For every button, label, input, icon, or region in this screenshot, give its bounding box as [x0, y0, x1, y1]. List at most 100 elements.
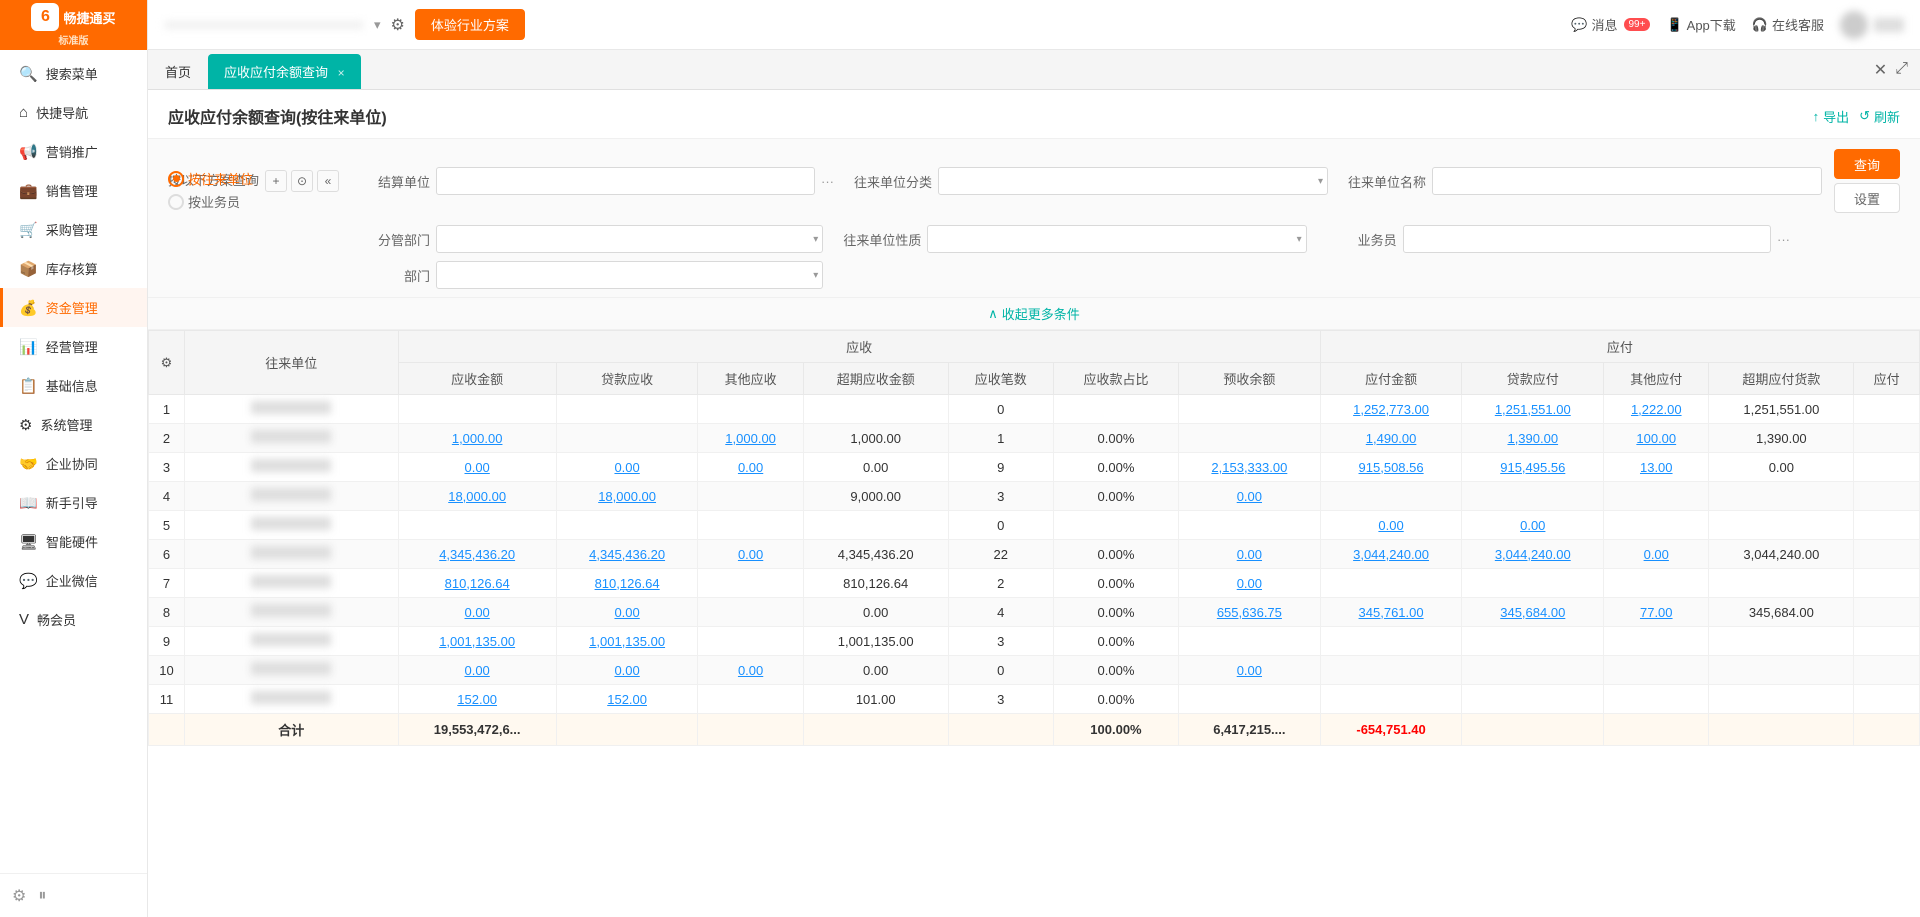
row-ap-loan: 0.00: [1462, 511, 1604, 540]
field-dept-select[interactable]: ▾: [436, 225, 823, 253]
sidebar-item-14[interactable]: V畅会员: [0, 600, 147, 639]
field-salesperson-input[interactable]: [1403, 225, 1771, 253]
table-container[interactable]: ⚙ 往来单位 应收 应付 应收金额 贷款应收 其他应收 超期应收金额 应收笔数 …: [148, 330, 1920, 917]
field-settlement: 结算单位 ···: [360, 167, 834, 195]
row-ap-loan: [1462, 627, 1604, 656]
row-ap-other: [1604, 511, 1709, 540]
maximize-icon[interactable]: ⤢: [1895, 60, 1908, 80]
scheme-by-staff[interactable]: 按业务员: [168, 192, 253, 211]
field-unit-nature-select[interactable]: ▾: [927, 225, 1306, 253]
topbar-breadcrumb: [164, 21, 364, 29]
row-ap-overdue: [1709, 511, 1854, 540]
more-scheme-btn[interactable]: «: [317, 170, 339, 192]
message-icon: 💬: [1571, 17, 1587, 33]
sidebar-item-6[interactable]: 💰资金管理: [0, 288, 147, 327]
sidebar-item-12[interactable]: 🖥智能硬件: [0, 522, 147, 561]
setting-btn[interactable]: 设置: [1834, 183, 1900, 213]
messages-btn[interactable]: 💬 消息 99+: [1571, 15, 1650, 34]
sidebar-item-4[interactable]: 🛒采购管理: [0, 210, 147, 249]
row-ar-count: 9: [948, 453, 1053, 482]
row-ar-prepay: 0.00: [1179, 656, 1321, 685]
row-ar-overdue: 9,000.00: [803, 482, 948, 511]
field-department-select[interactable]: ▾: [436, 261, 823, 289]
field-settlement-input[interactable]: [436, 167, 815, 195]
row-ar-loan: 152.00: [556, 685, 698, 714]
field-salesperson-dots[interactable]: ···: [1777, 232, 1790, 247]
add-scheme-btn[interactable]: +: [265, 170, 287, 192]
topbar-dropdown-icon[interactable]: ▾: [374, 17, 381, 33]
sidebar-label-3: 销售管理: [46, 181, 98, 200]
field-settlement-dots[interactable]: ···: [821, 174, 834, 189]
row-ar-overdue: [803, 511, 948, 540]
collapse-btn[interactable]: ∧ 收起更多条件: [148, 297, 1920, 329]
row-ap-other: [1604, 482, 1709, 511]
scheme-by-unit[interactable]: 按往来单位: [168, 169, 253, 188]
online-service-btn[interactable]: 🎧 在线客服: [1752, 15, 1824, 34]
trial-btn[interactable]: 体验行业方案: [415, 9, 525, 40]
sidebar-item-13[interactable]: 💬企业微信: [0, 561, 147, 600]
row-unit: [185, 656, 399, 685]
sidebar-item-2[interactable]: 📢营销推广: [0, 132, 147, 171]
row-ar-prepay: [1179, 424, 1321, 453]
row-unit: [185, 627, 399, 656]
sidebar-item-5[interactable]: 📦库存核算: [0, 249, 147, 288]
table-row: 7 810,126.64 810,126.64 810,126.64 2 0.0…: [149, 569, 1920, 598]
row-ar-prepay: [1179, 395, 1321, 424]
sidebar-icon-10: 🤝: [19, 455, 38, 473]
row-ap-amount: [1320, 482, 1462, 511]
sidebar-item-0[interactable]: 🔍搜索菜单: [0, 54, 147, 93]
row-unit: [185, 569, 399, 598]
edit-scheme-btn[interactable]: ⊙: [291, 170, 313, 192]
sidebar-item-1[interactable]: ⌂快捷导航: [0, 93, 147, 132]
row-ar-count: 1: [948, 424, 1053, 453]
row-ar-overdue: 810,126.64: [803, 569, 948, 598]
field-department: 部门 ▾: [360, 261, 823, 289]
query-btn[interactable]: 查询: [1834, 149, 1900, 179]
row-num: 8: [149, 598, 185, 627]
sidebar-item-3[interactable]: 💼销售管理: [0, 171, 147, 210]
page-content: 应收应付余额查询(按往来单位) ↑ 导出 ↺ 刷新 按以下方案查询 +: [148, 90, 1920, 917]
row-ap-overdue: [1709, 482, 1854, 511]
sidebar-item-7[interactable]: 📊经营管理: [0, 327, 147, 366]
field-unit-category-select[interactable]: ▾: [938, 167, 1328, 195]
export-btn[interactable]: ↑ 导出: [1813, 107, 1850, 126]
footer-ap-other: [1604, 714, 1709, 746]
topbar-gear-icon[interactable]: ⚙: [391, 15, 405, 35]
table-settings-icon[interactable]: ⚙: [161, 355, 173, 370]
field-unit-category: 往来单位分类 ▾: [854, 167, 1328, 195]
table-row: 9 1,001,135.00 1,001,135.00 1,001,135.00…: [149, 627, 1920, 656]
field-dept-label: 分管部门: [360, 230, 430, 249]
footer-ar-other: [698, 714, 803, 746]
field-unit-name-input[interactable]: [1432, 167, 1822, 195]
th-ar-count: 应收笔数: [948, 363, 1053, 395]
row-ap-other: 13.00: [1604, 453, 1709, 482]
sidebar-item-11[interactable]: 📖新手引导: [0, 483, 147, 522]
field-unit-name-label: 往来单位名称: [1348, 172, 1426, 191]
table-row: 10 0.00 0.00 0.00 0.00 0 0.00% 0.00: [149, 656, 1920, 685]
collapse-footer-icon[interactable]: ⏸: [38, 887, 46, 905]
sidebar-item-8[interactable]: 📋基础信息: [0, 366, 147, 405]
app-download-btn[interactable]: 📱 App下载: [1666, 15, 1735, 34]
row-ar-ratio: 0.00%: [1053, 424, 1178, 453]
row-ap-suffix: [1854, 569, 1920, 598]
row-ar-count: 3: [948, 482, 1053, 511]
sidebar-label-2: 营销推广: [46, 142, 98, 161]
sidebar-item-10[interactable]: 🤝企业协同: [0, 444, 147, 483]
sidebar-item-9[interactable]: ⚙系统管理: [0, 405, 147, 444]
table-row: 2 1,000.00 1,000.00 1,000.00 1 0.00% 1,4…: [149, 424, 1920, 453]
refresh-btn[interactable]: ↺ 刷新: [1859, 107, 1900, 126]
close-window-icon[interactable]: ✕: [1874, 60, 1887, 80]
tab-receivable[interactable]: 应收应付余额查询 ×: [208, 54, 361, 89]
row-ap-loan: [1462, 569, 1604, 598]
sidebar-label-4: 采购管理: [46, 220, 98, 239]
settings-footer-icon[interactable]: ⚙: [12, 886, 26, 906]
filter-row-1: 按以下方案查询 + ⊙ « 结算单位 ··· 往来单位分类: [168, 149, 1900, 213]
th-settings[interactable]: ⚙: [149, 331, 185, 395]
scheme-btns: + ⊙ «: [265, 170, 339, 192]
footer-ar-amount: 19,553,472,6...: [398, 714, 556, 746]
row-ap-other: [1604, 569, 1709, 598]
tab-home[interactable]: 首页: [148, 53, 208, 89]
tab-close-icon[interactable]: ×: [338, 66, 345, 80]
row-num: 3: [149, 453, 185, 482]
user-menu[interactable]: [1840, 11, 1904, 39]
